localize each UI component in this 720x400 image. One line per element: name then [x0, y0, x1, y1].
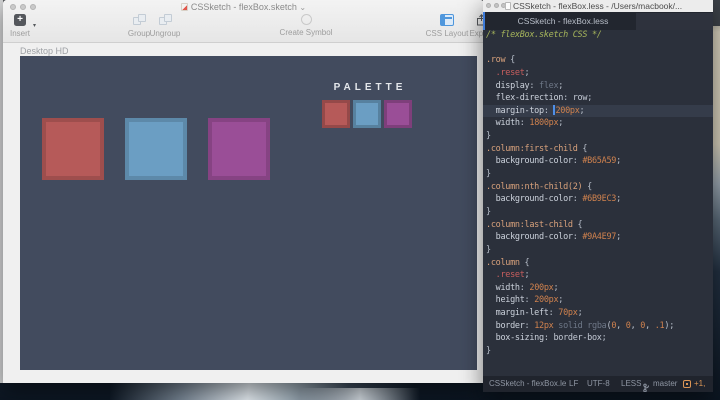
code-line-10[interactable]: .column:first-child { — [486, 143, 713, 156]
css-layout-label: CSS Layout — [426, 29, 469, 38]
status-syntax[interactable]: LESS — [621, 376, 641, 392]
editor-statusbar: CSSketch - flexBox.le LF UTF-8 LESS mast… — [483, 376, 713, 392]
insert-label: Insert — [10, 29, 30, 38]
ungroup-button[interactable]: Ungroup — [148, 14, 182, 38]
code-line-21[interactable]: width: 200px; — [486, 282, 713, 295]
css-layout-icon — [440, 14, 454, 26]
code-line-15[interactable]: } — [486, 206, 713, 219]
sketch-titlebar: CSSketch - flexBox.sketch ⌄ + Insert ▾ G… — [3, 0, 484, 43]
canvas-square-column-second[interactable] — [125, 118, 187, 180]
window-title: CSSketch - flexBox.sketch ⌄ — [3, 2, 484, 12]
tabbar-empty-area — [636, 13, 713, 30]
canvas-square-column-last[interactable] — [208, 118, 270, 180]
sketch-document-icon — [181, 3, 188, 11]
ungroup-icon — [159, 14, 172, 26]
code-line-6[interactable]: flex-direction: row; — [486, 92, 713, 105]
code-line-7[interactable]: margin-top: 200px; — [483, 105, 713, 118]
wallpaper-snow — [300, 388, 420, 400]
code-line-14[interactable]: background-color: #6B9EC3; — [486, 193, 713, 206]
code-line-17[interactable]: background-color: #9A4E97; — [486, 231, 713, 244]
artboard-canvas[interactable]: PALETTE — [20, 56, 477, 370]
code-line-22[interactable]: height: 200px; — [486, 294, 713, 307]
palette-swatch-purple[interactable] — [384, 100, 412, 128]
wallpaper-top-right — [712, 0, 720, 26]
palette-swatch-blue[interactable] — [353, 100, 381, 128]
code-line-24[interactable]: border: 12px solid rgba(0, 0, 0, .1); — [486, 320, 713, 333]
create-symbol-label: Create Symbol — [280, 28, 333, 37]
status-filename: CSSketch - flexBox.le — [489, 376, 566, 392]
code-line-9[interactable]: } — [486, 130, 713, 143]
insert-plus-icon: + — [14, 14, 26, 26]
status-git-changes[interactable]: +1, — [694, 376, 705, 392]
css-layout-button[interactable]: CSS Layout — [424, 14, 470, 38]
status-git-branch[interactable]: master — [653, 376, 677, 392]
status-encoding[interactable]: UTF-8 — [587, 376, 610, 392]
code-line-3[interactable]: .row { — [486, 54, 713, 67]
code-area[interactable]: /* flexBox.sketch CSS */ .row { .reset; d… — [483, 29, 713, 375]
git-branch-icon — [643, 380, 650, 392]
code-line-25[interactable]: box-sizing: border-box; — [486, 332, 713, 345]
status-line-ending[interactable]: LF — [569, 376, 578, 392]
code-line-19[interactable]: .column { — [486, 257, 713, 270]
palette-swatch-red[interactable] — [322, 100, 350, 128]
editor-title-text: CSSketch - flexBox.less - /Users/macbook… — [513, 1, 682, 11]
insert-button[interactable]: + Insert — [7, 14, 33, 38]
create-symbol-button[interactable]: Create Symbol — [283, 14, 329, 37]
tab-flexbox-less[interactable]: CSSketch - flexBox.less — [493, 12, 633, 30]
editor-window-title: CSSketch - flexBox.less - /Users/macbook… — [505, 1, 711, 11]
insert-dropdown-icon[interactable]: ▾ — [33, 22, 36, 29]
code-line-11[interactable]: background-color: #B65A59; — [486, 155, 713, 168]
code-line-1[interactable]: /* flexBox.sketch CSS */ — [486, 29, 713, 42]
editor-window: CSSketch - flexBox.less - /Users/macbook… — [483, 0, 713, 392]
editor-minimize-button[interactable] — [494, 3, 499, 8]
code-line-16[interactable]: .column:last-child { — [486, 219, 713, 232]
code-line-8[interactable]: width: 1800px; — [486, 117, 713, 130]
ungroup-label: Ungroup — [150, 29, 181, 38]
editor-tabbar: CSSketch - flexBox.less — [483, 12, 713, 30]
active-tab-indicator — [483, 12, 485, 30]
group-icon — [133, 14, 146, 26]
editor-traffic-lights — [486, 3, 506, 8]
sketch-window: CSSketch - flexBox.sketch ⌄ + Insert ▾ G… — [3, 0, 484, 383]
group-label: Group — [128, 29, 150, 38]
window-title-text: CSSketch - flexBox.sketch — [191, 2, 297, 12]
artboard-label[interactable]: Desktop HD — [20, 46, 69, 56]
sketch-canvas-area[interactable]: Desktop HD PALETTE — [3, 44, 484, 383]
title-chevron-icon[interactable]: ⌄ — [299, 3, 306, 12]
code-line-5[interactable]: display: flex; — [486, 80, 713, 93]
create-symbol-icon — [301, 14, 312, 25]
git-changes-icon — [683, 380, 691, 388]
code-line-23[interactable]: margin-left: 70px; — [486, 307, 713, 320]
code-line-12[interactable]: } — [486, 168, 713, 181]
export-button[interactable]: Export — [465, 14, 484, 38]
editor-titlebar: CSSketch - flexBox.less - /Users/macbook… — [483, 0, 713, 12]
editor-close-button[interactable] — [486, 3, 491, 8]
code-line-26[interactable]: } — [486, 345, 713, 358]
export-label: Export — [469, 29, 484, 38]
editor-document-icon — [505, 2, 511, 10]
canvas-columns — [42, 118, 270, 180]
code-line-20[interactable]: .reset; — [486, 269, 713, 282]
code-line-4[interactable]: .reset; — [486, 67, 713, 80]
canvas-square-column-first[interactable] — [42, 118, 104, 180]
palette-title[interactable]: PALETTE — [322, 82, 418, 93]
code-line-2[interactable] — [486, 42, 713, 55]
palette-swatches — [322, 100, 412, 128]
code-line-13[interactable]: .column:nth-child(2) { — [486, 181, 713, 194]
code-line-18[interactable]: } — [486, 244, 713, 257]
